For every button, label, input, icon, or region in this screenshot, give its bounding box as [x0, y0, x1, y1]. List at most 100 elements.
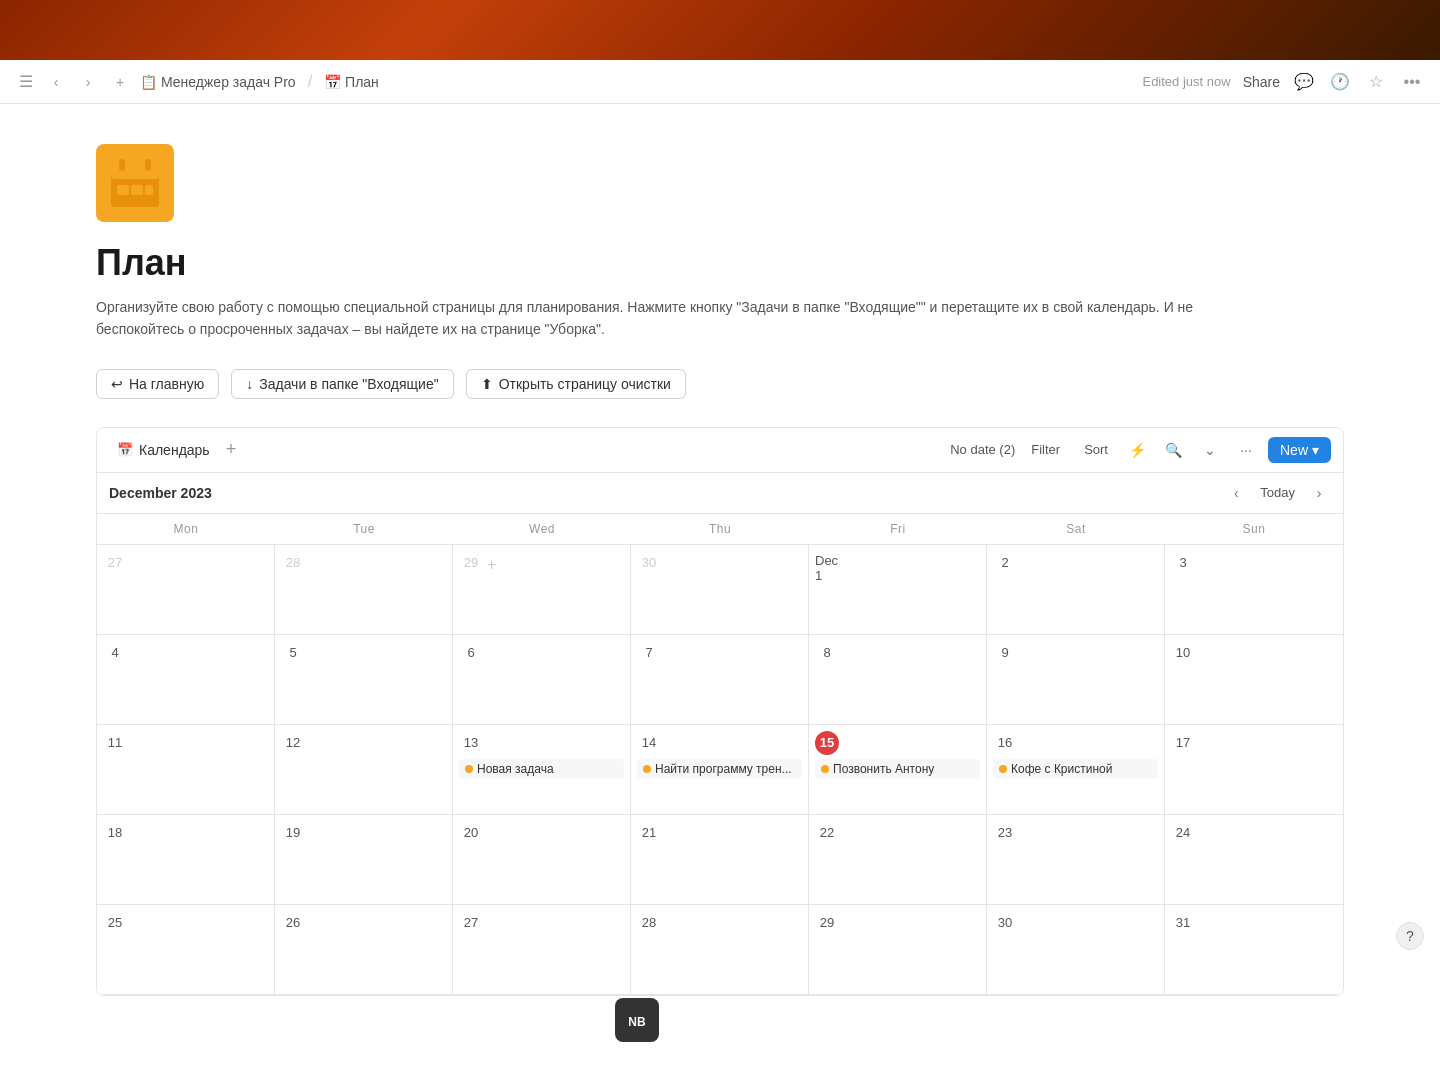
- page-icon: [96, 144, 174, 222]
- svg-rect-5: [131, 185, 143, 195]
- next-month-button[interactable]: ›: [1307, 481, 1331, 505]
- watermark-text-group: Notion Box Советы и шаблоны для Notion: [671, 1001, 826, 1039]
- task-item-new-task[interactable]: Новая задача: [459, 759, 624, 779]
- breadcrumb-plan[interactable]: 📅 План: [324, 74, 379, 90]
- calendar-cell-dec8[interactable]: 8: [809, 635, 987, 725]
- day-header-thu: Thu: [631, 514, 809, 545]
- add-page-button[interactable]: +: [108, 70, 132, 94]
- add-event-button[interactable]: +: [487, 557, 496, 573]
- history-icon[interactable]: 🕐: [1328, 70, 1352, 94]
- cell-date: 26: [281, 911, 305, 935]
- calendar-cell-dec21[interactable]: 21: [631, 815, 809, 905]
- svg-rect-4: [117, 185, 129, 195]
- share-button[interactable]: Share: [1243, 74, 1280, 90]
- day-header-wed: Wed: [453, 514, 631, 545]
- calendar-cell-dec9[interactable]: 9: [987, 635, 1165, 725]
- calendar-svg-icon: [109, 157, 161, 209]
- cell-date: 11: [103, 731, 127, 755]
- home-icon: ↩: [111, 376, 123, 392]
- topbar: ☰ ‹ › + 📋 Менеджер задач Pro / 📅 План Ed…: [0, 60, 1440, 104]
- calendar-cell-dec10[interactable]: 10: [1165, 635, 1343, 725]
- inbox-button-label: Задачи в папке "Входящие": [259, 376, 438, 392]
- calendar-cell-dec6[interactable]: 6: [453, 635, 631, 725]
- inbox-icon: ↓: [246, 376, 253, 392]
- calendar-grid: Mon Tue Wed Thu Fri Sat Sun 27 28 29 + 3…: [97, 514, 1343, 995]
- calendar-cell-dec3[interactable]: 3: [1165, 545, 1343, 635]
- more-options-icon[interactable]: •••: [1400, 70, 1424, 94]
- cell-date: 21: [637, 821, 661, 845]
- favorite-icon[interactable]: ☆: [1364, 70, 1388, 94]
- calendar-cell-dec5[interactable]: 5: [275, 635, 453, 725]
- cell-date: 2: [993, 551, 1017, 575]
- day-header-tue: Tue: [275, 514, 453, 545]
- task-item-call-anton[interactable]: Позвонить Антону: [815, 759, 980, 779]
- add-view-button[interactable]: +: [222, 439, 241, 460]
- calendar-cell-nov30[interactable]: 30: [631, 545, 809, 635]
- cell-date: 30: [993, 911, 1017, 935]
- lightning-icon-button[interactable]: ⚡: [1124, 436, 1152, 464]
- comment-icon[interactable]: 💬: [1292, 70, 1316, 94]
- task-item-find-program[interactable]: Найти программу трен...: [637, 759, 802, 779]
- more-options-button[interactable]: ···: [1232, 436, 1260, 464]
- calendar-month-header: December 2023 ‹ Today ›: [97, 473, 1343, 514]
- task-label: Новая задача: [477, 762, 554, 776]
- cell-date: 5: [281, 641, 305, 665]
- back-button[interactable]: ‹: [44, 70, 68, 94]
- task-dot-orange: [821, 765, 829, 773]
- task-item-coffee[interactable]: Кофе с Кристиной: [993, 759, 1158, 779]
- calendar-cell-dec1[interactable]: Dec 1: [809, 545, 987, 635]
- calendar-cell-dec7[interactable]: 7: [631, 635, 809, 725]
- home-button[interactable]: ↩ На главную: [96, 369, 219, 399]
- calendar-cell-dec19[interactable]: 19: [275, 815, 453, 905]
- search-icon-button[interactable]: 🔍: [1160, 436, 1188, 464]
- cell-date: 27: [103, 551, 127, 575]
- watermark-content: NB Notion Box Советы и шаблоны для Notio…: [615, 998, 826, 1042]
- inbox-button[interactable]: ↓ Задачи в папке "Входящие": [231, 369, 453, 399]
- cell-date: 3: [1171, 551, 1195, 575]
- prev-month-button[interactable]: ‹: [1224, 481, 1248, 505]
- calendar-cell-dec17[interactable]: 17: [1165, 725, 1343, 815]
- calendar-cell-dec12[interactable]: 12: [275, 725, 453, 815]
- filter-button[interactable]: Filter: [1023, 438, 1068, 461]
- cell-date: 16: [993, 731, 1017, 755]
- cleanup-button[interactable]: ⬆ Открыть страницу очистки: [466, 369, 686, 399]
- calendar-cell-dec18[interactable]: 18: [97, 815, 275, 905]
- calendar-cell-nov29[interactable]: 29 +: [453, 545, 631, 635]
- calendar-cell-dec11[interactable]: 11: [97, 725, 275, 815]
- calendar-cell-dec24[interactable]: 24: [1165, 815, 1343, 905]
- sort-button[interactable]: Sort: [1076, 438, 1116, 461]
- calendar-cell-dec15[interactable]: 15 Позвонить Антону: [809, 725, 987, 815]
- watermark-subtitle: Советы и шаблоны для Notion: [671, 1027, 826, 1039]
- calendar-cell-dec4[interactable]: 4: [97, 635, 275, 725]
- svg-text:NB: NB: [628, 1015, 646, 1029]
- help-button[interactable]: ?: [1396, 922, 1424, 950]
- today-button[interactable]: Today: [1252, 482, 1303, 503]
- forward-button[interactable]: ›: [76, 70, 100, 94]
- cell-date: Dec 1: [815, 556, 839, 580]
- month-title: December 2023: [109, 485, 212, 501]
- calendar-cell-nov28[interactable]: 28: [275, 545, 453, 635]
- calendar-cell-dec14[interactable]: 14 Найти программу трен...: [631, 725, 809, 815]
- cell-date: 18: [103, 821, 127, 845]
- calendar-cell-nov27[interactable]: 27: [97, 545, 275, 635]
- task-label: Найти программу трен...: [655, 762, 792, 776]
- calendar-section: 📅 Календарь + No date (2) Filter Sort ⚡ …: [96, 427, 1344, 996]
- calendar-tab-icon: 📅: [117, 442, 133, 457]
- breadcrumb-manager[interactable]: 📋 Менеджер задач Pro: [140, 74, 296, 90]
- new-button[interactable]: New ▾: [1268, 437, 1331, 463]
- calendar-tab[interactable]: 📅 Календарь: [109, 438, 218, 462]
- calendar-cell-dec23[interactable]: 23: [987, 815, 1165, 905]
- calendar-cell-dec13[interactable]: 13 Новая задача: [453, 725, 631, 815]
- calendar-cell-dec2[interactable]: 2: [987, 545, 1165, 635]
- calendar-cell-dec20[interactable]: 20: [453, 815, 631, 905]
- notion-box-logo-svg: NB: [621, 1004, 653, 1036]
- topbar-left: ☰ ‹ › + 📋 Менеджер задач Pro / 📅 План: [16, 70, 1142, 94]
- edited-status: Edited just now: [1142, 74, 1230, 89]
- cleanup-icon: ⬆: [481, 376, 493, 392]
- no-date-badge[interactable]: No date (2): [950, 442, 1015, 457]
- calendar-cell-dec16[interactable]: 16 Кофе с Кристиной: [987, 725, 1165, 815]
- chevron-down-icon-button[interactable]: ⌄: [1196, 436, 1224, 464]
- menu-icon[interactable]: ☰: [16, 72, 36, 92]
- calendar-cell-dec22[interactable]: 22: [809, 815, 987, 905]
- cell-date: 9: [993, 641, 1017, 665]
